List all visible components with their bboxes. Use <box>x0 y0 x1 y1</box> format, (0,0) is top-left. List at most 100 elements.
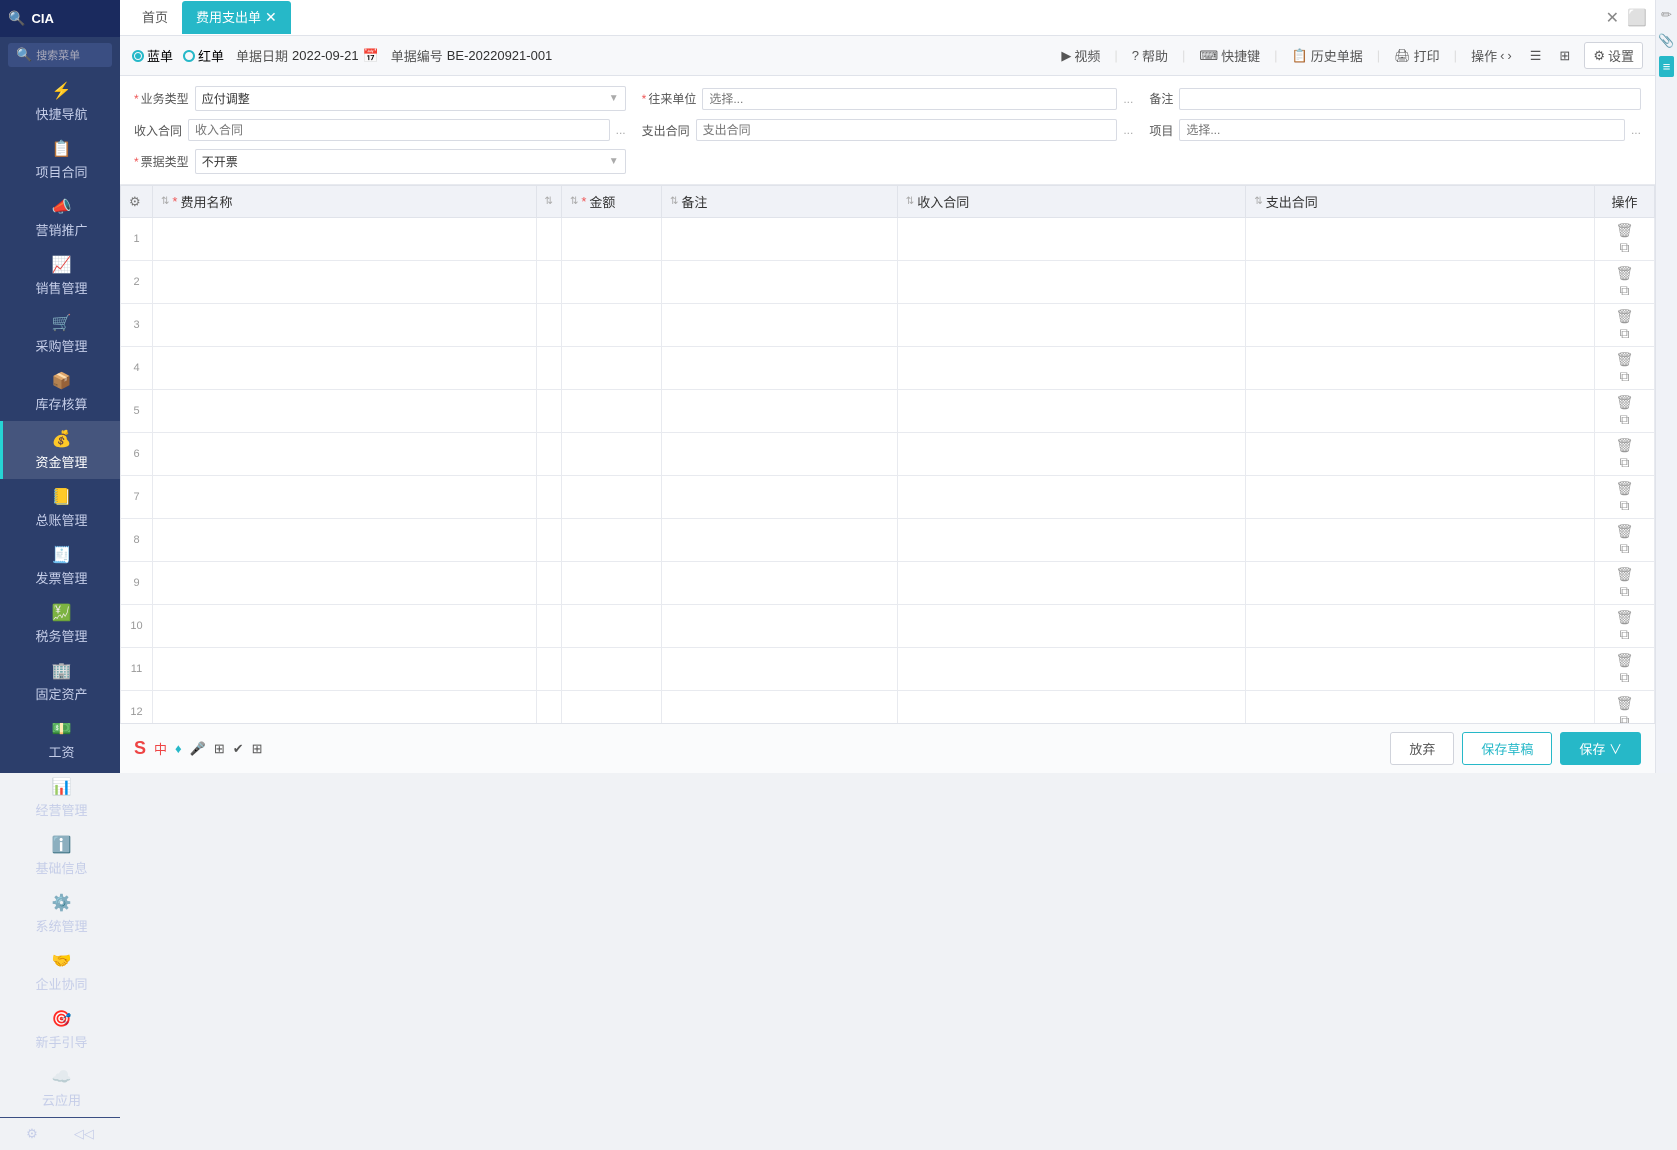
income-contract-input[interactable] <box>188 119 610 141</box>
sidebar-item-newbie[interactable]: 🎯 新手引导 <box>0 1001 120 1059</box>
project-input[interactable] <box>1179 119 1625 141</box>
sidebar-item-inventory[interactable]: 📦 库存核算 <box>0 363 120 421</box>
table-icon[interactable]: ⊞ <box>214 741 225 757</box>
video-btn[interactable]: ▶ 视频 <box>1057 44 1104 67</box>
cell-income-contract[interactable] <box>897 433 1246 476</box>
actions-btn[interactable]: 操作 ‹ › <box>1467 44 1516 67</box>
cell-expense-contract[interactable] <box>1246 648 1595 691</box>
row-delete-btn[interactable]: 🗑 <box>1613 265 1637 282</box>
discard-button[interactable]: 放弃 <box>1390 732 1454 765</box>
calendar-icon[interactable]: 📅 <box>363 48 379 64</box>
cell-expense-contract[interactable] <box>1246 261 1595 304</box>
cell-note[interactable] <box>661 648 897 691</box>
cell-amount[interactable] <box>561 691 661 724</box>
row-copy-btn[interactable]: ⧉ <box>1617 325 1633 342</box>
row-delete-btn[interactable]: 🗑 <box>1613 695 1637 712</box>
cell-note[interactable] <box>661 519 897 562</box>
biz-type-select[interactable]: 应付调整 ▼ <box>195 86 626 111</box>
close-icon[interactable]: ✕ <box>1606 8 1619 28</box>
tab-expense[interactable]: 费用支出单 ✕ <box>182 1 291 34</box>
blue-radio[interactable]: 蓝单 <box>132 46 173 65</box>
history-btn[interactable]: 📋 历史单据 <box>1288 44 1367 67</box>
volume-icon[interactable]: ◁◁ <box>74 1126 94 1142</box>
row-delete-btn[interactable]: 🗑 <box>1613 222 1637 239</box>
sidebar-item-invoice[interactable]: 🧾 发票管理 <box>0 537 120 595</box>
row-delete-btn[interactable]: 🗑 <box>1613 394 1637 411</box>
tab-expense-close[interactable]: ✕ <box>265 10 277 24</box>
cell-note[interactable] <box>661 390 897 433</box>
row-copy-btn[interactable]: ⧉ <box>1617 583 1633 600</box>
expense-contract-input[interactable] <box>696 119 1118 141</box>
row-copy-btn[interactable]: ⧉ <box>1617 540 1633 557</box>
sidebar-item-cloud[interactable]: ☁️ 云应用 <box>0 1059 120 1117</box>
mic-icon[interactable]: 🎤 <box>190 741 206 757</box>
cell-note[interactable] <box>661 691 897 724</box>
cell-expense-name[interactable] <box>153 304 537 347</box>
check-icon[interactable]: ✔ <box>233 741 244 757</box>
partner-input[interactable] <box>702 88 1117 110</box>
sidebar-item-tax[interactable]: 💹 税务管理 <box>0 595 120 653</box>
cell-amount[interactable] <box>561 519 661 562</box>
cell-expense-name[interactable] <box>153 605 537 648</box>
remark-input[interactable] <box>1179 88 1641 110</box>
row-copy-btn[interactable]: ⧉ <box>1617 454 1633 471</box>
cell-income-contract[interactable] <box>897 347 1246 390</box>
sidebar-item-marketing[interactable]: 📣 营销推广 <box>0 189 120 247</box>
cell-note[interactable] <box>661 218 897 261</box>
cell-expense-contract[interactable] <box>1246 390 1595 433</box>
settings-icon[interactable]: ⚙ <box>26 1126 38 1142</box>
cell-note[interactable] <box>661 562 897 605</box>
invoice-type-select[interactable]: 不开票 ▼ <box>195 149 626 174</box>
row-delete-btn[interactable]: 🗑 <box>1613 437 1637 454</box>
cell-expense-contract[interactable] <box>1246 218 1595 261</box>
cell-expense-name[interactable] <box>153 562 537 605</box>
save-draft-button[interactable]: 保存草稿 <box>1462 732 1552 765</box>
row-copy-btn[interactable]: ⧉ <box>1617 411 1633 428</box>
cell-expense-contract[interactable] <box>1246 347 1595 390</box>
cell-expense-name[interactable] <box>153 390 537 433</box>
cell-expense-contract[interactable] <box>1246 433 1595 476</box>
cell-amount[interactable] <box>561 562 661 605</box>
settings-btn[interactable]: ⚙ 设置 <box>1584 42 1643 69</box>
cell-expense-name[interactable] <box>153 261 537 304</box>
s-icon[interactable]: S <box>134 738 146 759</box>
row-delete-btn[interactable]: 🗑 <box>1613 609 1637 626</box>
cell-income-contract[interactable] <box>897 562 1246 605</box>
cell-income-contract[interactable] <box>897 648 1246 691</box>
col-config-icon[interactable]: ⚙ <box>129 194 141 209</box>
save-button[interactable]: 保存 ∨ <box>1560 732 1641 765</box>
row-delete-btn[interactable]: 🗑 <box>1613 480 1637 497</box>
cell-expense-name[interactable] <box>153 476 537 519</box>
cell-note[interactable] <box>661 261 897 304</box>
tab-home[interactable]: 首页 <box>128 1 182 34</box>
row-copy-btn[interactable]: ⧉ <box>1617 497 1633 514</box>
cell-note[interactable] <box>661 605 897 648</box>
right-teal-icon[interactable]: ≡ <box>1659 56 1675 77</box>
row-copy-btn[interactable]: ⧉ <box>1617 282 1633 299</box>
sidebar-item-sales[interactable]: 📈 销售管理 <box>0 247 120 305</box>
cell-amount[interactable] <box>561 433 661 476</box>
cell-amount[interactable] <box>561 304 661 347</box>
cell-expense-contract[interactable] <box>1246 691 1595 724</box>
cell-income-contract[interactable] <box>897 390 1246 433</box>
cell-amount[interactable] <box>561 261 661 304</box>
amount-sort-icon[interactable]: ⇅ <box>570 196 578 207</box>
row-delete-btn[interactable]: 🗑 <box>1613 652 1637 669</box>
cell-expense-name[interactable] <box>153 519 537 562</box>
row-copy-btn[interactable]: ⧉ <box>1617 712 1633 723</box>
cell-expense-name[interactable] <box>153 433 537 476</box>
sidebar-item-project-contract[interactable]: 📋 项目合同 <box>0 131 120 189</box>
right-clip-icon[interactable]: 📎 <box>1655 30 1677 52</box>
cell-expense-contract[interactable] <box>1246 519 1595 562</box>
cell-expense-contract[interactable] <box>1246 562 1595 605</box>
note-sort-icon[interactable]: ⇅ <box>670 196 678 207</box>
sidebar-item-procurement[interactable]: 🛒 采购管理 <box>0 305 120 363</box>
cell-income-contract[interactable] <box>897 218 1246 261</box>
cell-expense-name[interactable] <box>153 347 537 390</box>
sidebar-item-enterprise[interactable]: 🤝 企业协同 <box>0 943 120 1001</box>
cell-amount[interactable] <box>561 390 661 433</box>
cell-income-contract[interactable] <box>897 691 1246 724</box>
row-delete-btn[interactable]: 🗑 <box>1613 566 1637 583</box>
partner-ellipsis[interactable]: ... <box>1123 92 1133 106</box>
cell-note[interactable] <box>661 304 897 347</box>
